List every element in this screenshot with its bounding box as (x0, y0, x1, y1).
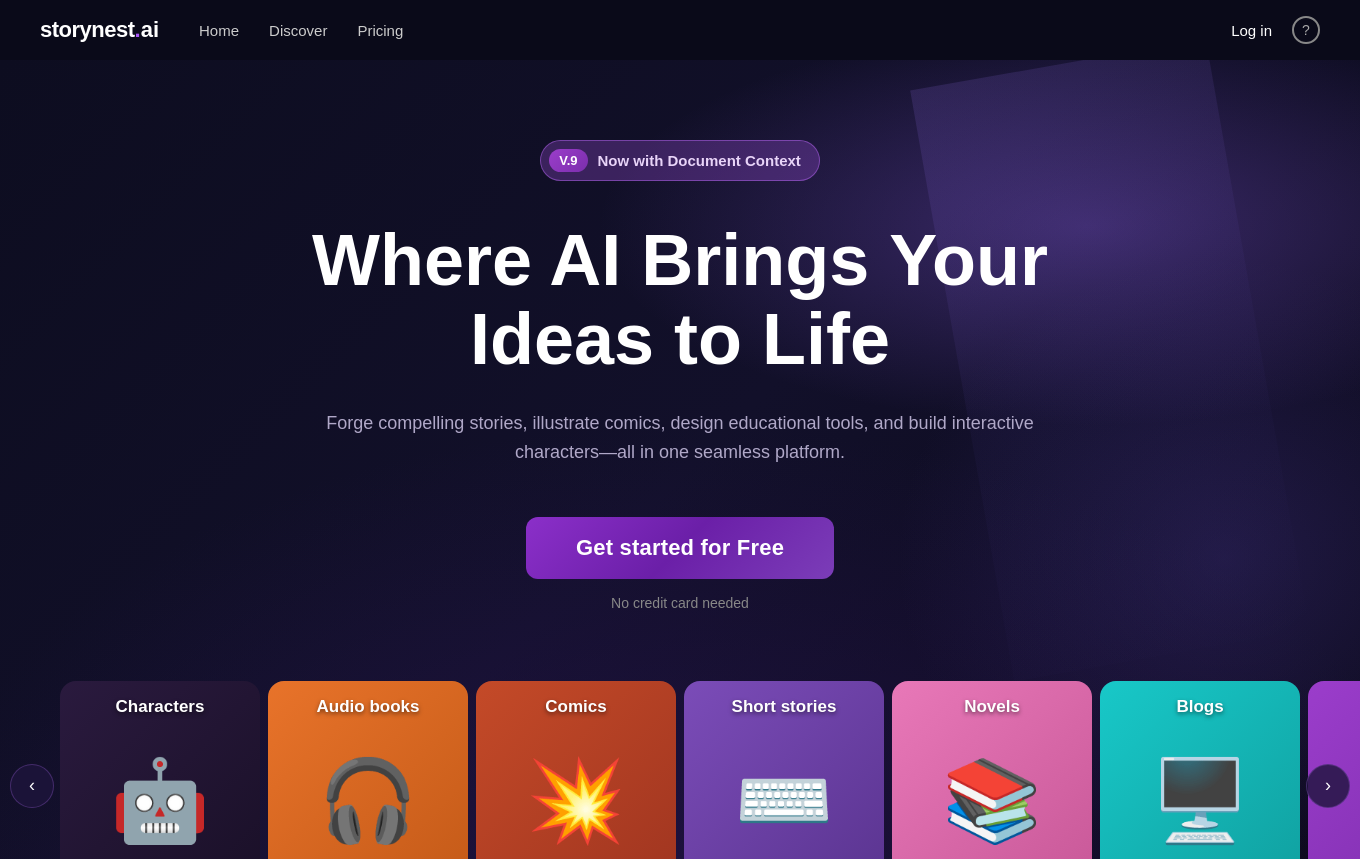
hero-title-part1: Where AI Brings (312, 220, 889, 300)
version-badge[interactable]: V.9 Now with Document Context (540, 140, 820, 181)
prev-arrow-icon: ‹ (29, 775, 35, 796)
card-label-shortstories: Short stories (684, 697, 884, 717)
hero-content: V.9 Now with Document Context Where AI B… (230, 140, 1130, 661)
card-label-audiobooks: Audio books (268, 697, 468, 717)
card-label-comics: Comics (476, 697, 676, 717)
hero-title: Where AI Brings Your Ideas to Life (230, 221, 1130, 379)
logo-ai: ai (141, 17, 159, 43)
carousel-section: ‹ Characters 🤖 Audio books 🎧 Comics 💥 Sh… (0, 681, 1360, 859)
carousel-prev-button[interactable]: ‹ (10, 764, 54, 808)
navbar: storynest.ai Home Discover Pricing Log i… (0, 0, 1360, 60)
nav-discover[interactable]: Discover (269, 22, 327, 39)
no-credit-text: No credit card needed (611, 595, 749, 611)
carousel-wrapper: ‹ Characters 🤖 Audio books 🎧 Comics 💥 Sh… (0, 681, 1360, 859)
carousel-card-comics[interactable]: Comics 💥 (476, 681, 676, 859)
version-tag: V.9 (549, 149, 587, 172)
cta-button[interactable]: Get started for Free (526, 517, 834, 579)
card-label-characters: Characters (60, 697, 260, 717)
next-arrow-icon: › (1325, 775, 1331, 796)
card-label-blogs: Blogs (1100, 697, 1300, 717)
carousel-card-audiobooks[interactable]: Audio books 🎧 (268, 681, 468, 859)
carousel-card-shortstories[interactable]: Short stories ⌨️ (684, 681, 884, 859)
nav-links: Home Discover Pricing (199, 22, 1231, 39)
logo[interactable]: storynest.ai (40, 17, 159, 43)
nav-pricing[interactable]: Pricing (357, 22, 403, 39)
carousel-card-novels[interactable]: Novels 📚 (892, 681, 1092, 859)
card-label-novels: Novels (892, 697, 1092, 717)
card-label-education: Education (1308, 697, 1360, 717)
hero-subtitle: Forge compelling stories, illustrate com… (320, 409, 1040, 467)
carousel-track: Characters 🤖 Audio books 🎧 Comics 💥 Shor… (0, 681, 1360, 859)
carousel-card-blogs[interactable]: Blogs 🖥️ (1100, 681, 1300, 859)
logo-text: storynest (40, 17, 135, 43)
nav-home[interactable]: Home (199, 22, 239, 39)
carousel-next-button[interactable]: › (1306, 764, 1350, 808)
carousel-card-characters[interactable]: Characters 🤖 (60, 681, 260, 859)
hero-section: V.9 Now with Document Context Where AI B… (0, 60, 1360, 859)
help-icon[interactable]: ? (1292, 16, 1320, 44)
carousel-inner: Characters 🤖 Audio books 🎧 Comics 💥 Shor… (0, 681, 1360, 859)
nav-right: Log in ? (1231, 16, 1320, 44)
login-button[interactable]: Log in (1231, 22, 1272, 39)
version-text: Now with Document Context (598, 152, 801, 169)
